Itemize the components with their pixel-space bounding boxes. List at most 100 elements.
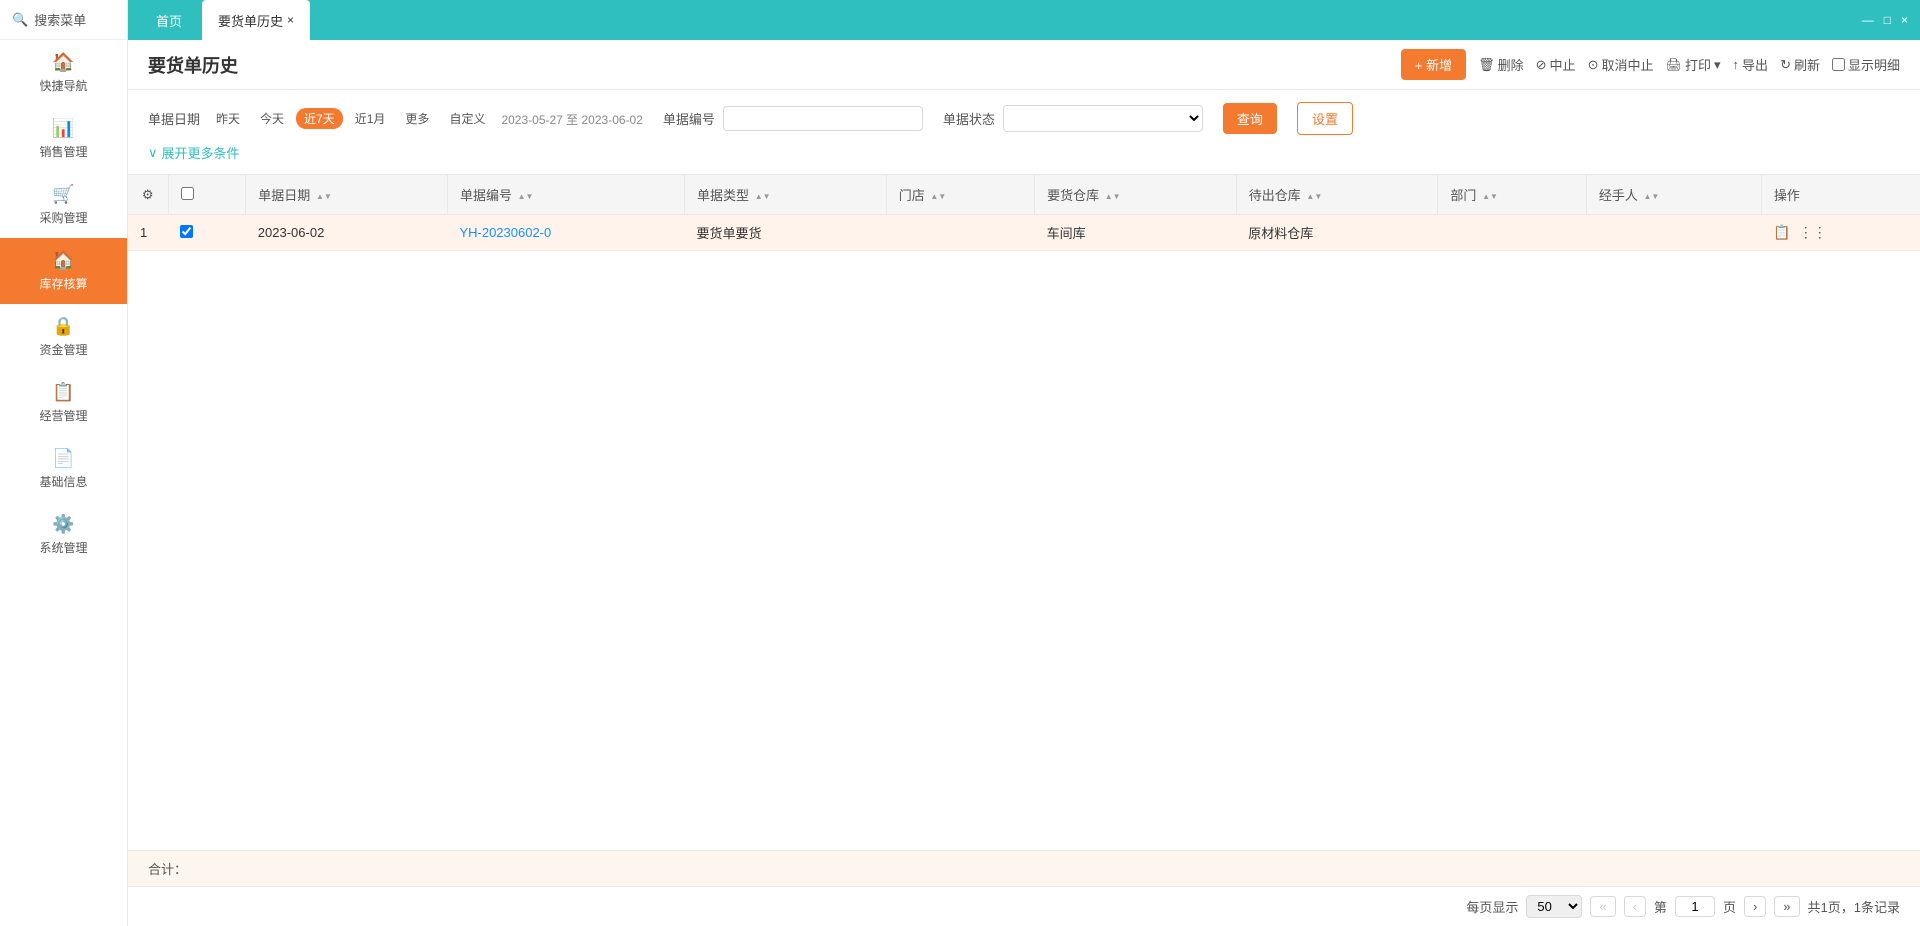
cancel-stop-icon: ⊙ bbox=[1588, 57, 1599, 73]
sidebar-item-purchase[interactable]: 🛒 采购管理 bbox=[0, 172, 127, 238]
tab-home-label: 首页 bbox=[156, 11, 182, 30]
page-input[interactable] bbox=[1675, 896, 1715, 917]
filter-row-1: 单据日期 昨天 今天 近7天 近1月 更多 自定义 2023-05-27 至 2… bbox=[148, 102, 1900, 135]
clipboard-icon: 📋 bbox=[52, 382, 74, 403]
print-chevron-icon: ▾ bbox=[1714, 57, 1721, 73]
tab-home[interactable]: 首页 bbox=[140, 0, 198, 40]
prev-page-button[interactable]: ‹ bbox=[1624, 896, 1646, 917]
date-filter-buttons: 昨天 今天 近7天 近1月 更多 自定义 bbox=[208, 108, 493, 129]
stop-button[interactable]: ⊘ 中止 bbox=[1536, 55, 1576, 74]
cell-index: 1 bbox=[128, 215, 168, 251]
page-title: 要货单历史 bbox=[148, 52, 1401, 78]
row-view-icon[interactable]: 📋 bbox=[1773, 224, 1790, 241]
delete-icon: 🗑 bbox=[1478, 57, 1495, 73]
tab-order-history[interactable]: 要货单历史 × bbox=[202, 0, 310, 40]
expand-filter-button[interactable]: ∨ 展开更多条件 bbox=[148, 143, 1900, 162]
th-no[interactable]: 单据编号 ▲▼ bbox=[447, 175, 684, 215]
display-detail-check[interactable] bbox=[1832, 58, 1845, 71]
sidebar-search[interactable]: 🔍 搜索菜单 bbox=[0, 0, 127, 40]
cell-store bbox=[886, 215, 1034, 251]
th-settings[interactable]: ⚙ bbox=[128, 175, 168, 215]
sidebar-item-label: 库存核算 bbox=[39, 275, 87, 292]
date-btn-1month[interactable]: 近1月 bbox=[347, 108, 394, 129]
cell-no: YH-20230602-0 bbox=[447, 215, 684, 251]
new-button[interactable]: + 新增 bbox=[1401, 49, 1466, 80]
refresh-label: 刷新 bbox=[1794, 55, 1820, 74]
sidebar-item-label: 快捷导航 bbox=[39, 77, 87, 94]
sidebar-item-system[interactable]: ⚙️ 系统管理 bbox=[0, 502, 127, 568]
th-ops: 操作 bbox=[1761, 175, 1920, 215]
th-handler[interactable]: 经手人 ▲▼ bbox=[1586, 175, 1761, 215]
refresh-button[interactable]: ↻ 刷新 bbox=[1780, 55, 1820, 74]
th-store[interactable]: 门店 ▲▼ bbox=[886, 175, 1034, 215]
select-all-checkbox[interactable] bbox=[181, 187, 194, 200]
sidebar-item-label: 资金管理 bbox=[39, 341, 87, 358]
topbar-window-controls: — □ × bbox=[1862, 13, 1908, 27]
status-label: 单据状态 bbox=[943, 109, 995, 128]
main: 首页 要货单历史 × — □ × 要货单历史 + 新增 🗑 删除 ⊘ bbox=[128, 0, 1920, 926]
th-handler-label: 经手人 bbox=[1599, 188, 1638, 203]
date-btn-7days[interactable]: 近7天 bbox=[296, 108, 343, 129]
date-btn-more[interactable]: 更多 bbox=[397, 108, 437, 129]
date-range-display: 2023-05-27 至 2023-06-02 bbox=[501, 111, 642, 128]
status-filter-group: 单据状态 bbox=[943, 105, 1203, 132]
th-pending-warehouse[interactable]: 待出仓库 ▲▼ bbox=[1236, 175, 1438, 215]
cell-req-warehouse: 车间库 bbox=[1035, 215, 1237, 251]
window-minimize-icon[interactable]: — bbox=[1862, 13, 1874, 27]
sidebar-item-basic-info[interactable]: 📄 基础信息 bbox=[0, 436, 127, 502]
th-req-warehouse[interactable]: 要货仓库 ▲▼ bbox=[1035, 175, 1237, 215]
th-dept[interactable]: 部门 ▲▼ bbox=[1438, 175, 1586, 215]
display-detail-label: 显示明细 bbox=[1848, 55, 1900, 74]
cell-handler bbox=[1586, 215, 1761, 251]
th-pending-warehouse-label: 待出仓库 bbox=[1249, 188, 1301, 203]
date-filter-group: 单据日期 昨天 今天 近7天 近1月 更多 自定义 2023-05-27 至 2… bbox=[148, 108, 643, 129]
settings-button[interactable]: 设置 bbox=[1297, 102, 1353, 135]
th-type[interactable]: 单据类型 ▲▼ bbox=[685, 175, 887, 215]
th-date-label: 单据日期 bbox=[258, 188, 310, 203]
table-body: 1 2023-06-02 YH-20230602-0 要货单要货 车间库 原材料… bbox=[128, 215, 1920, 251]
order-no-filter-group: 单据编号 bbox=[663, 106, 923, 131]
window-close-icon[interactable]: × bbox=[1901, 13, 1908, 27]
window-restore-icon[interactable]: □ bbox=[1884, 13, 1891, 27]
table-footer: 合计： bbox=[128, 850, 1920, 886]
th-checkbox bbox=[168, 175, 246, 215]
th-date[interactable]: 单据日期 ▲▼ bbox=[246, 175, 448, 215]
cancel-stop-label: 取消中止 bbox=[1601, 55, 1653, 74]
date-btn-yesterday[interactable]: 昨天 bbox=[208, 108, 248, 129]
cancel-stop-button[interactable]: ⊙ 取消中止 bbox=[1588, 55, 1654, 74]
row-more-icon[interactable]: ⋮⋮ bbox=[1799, 224, 1827, 241]
sidebar-item-sales[interactable]: 📊 销售管理 bbox=[0, 106, 127, 172]
sidebar-item-quick-nav[interactable]: 🏠 快捷导航 bbox=[0, 40, 127, 106]
sidebar-item-inventory[interactable]: 🏠 库存核算 bbox=[0, 238, 127, 304]
cell-dept bbox=[1438, 215, 1586, 251]
orders-table: ⚙ 单据日期 ▲▼ 单据编号 ▲▼ 单据类型 ▲▼ bbox=[128, 175, 1920, 251]
display-detail-checkbox[interactable]: 显示明细 bbox=[1832, 55, 1900, 74]
sort-store-icon: ▲▼ bbox=[930, 193, 946, 201]
last-page-button[interactable]: » bbox=[1774, 896, 1799, 917]
export-button[interactable]: ↑ 导出 bbox=[1733, 55, 1769, 74]
sidebar-item-finance[interactable]: 🔒 资金管理 bbox=[0, 304, 127, 370]
first-page-button[interactable]: « bbox=[1590, 896, 1615, 917]
delete-button[interactable]: 🗑 删除 bbox=[1478, 55, 1524, 74]
per-page-select[interactable]: 50 20 100 bbox=[1526, 895, 1582, 918]
delete-label: 删除 bbox=[1498, 55, 1524, 74]
date-btn-custom[interactable]: 自定义 bbox=[441, 108, 493, 129]
tab-close-icon[interactable]: × bbox=[287, 13, 294, 27]
query-button[interactable]: 查询 bbox=[1223, 103, 1277, 134]
next-page-button[interactable]: › bbox=[1744, 896, 1766, 917]
table-header-row: ⚙ 单据日期 ▲▼ 单据编号 ▲▼ 单据类型 ▲▼ bbox=[128, 175, 1920, 215]
sort-type-icon: ▲▼ bbox=[755, 193, 771, 201]
cell-type: 要货单要货 bbox=[685, 215, 887, 251]
date-btn-today[interactable]: 今天 bbox=[252, 108, 292, 129]
sidebar-item-label: 系统管理 bbox=[39, 539, 87, 556]
status-select[interactable] bbox=[1003, 105, 1203, 132]
order-no-input[interactable] bbox=[723, 106, 923, 131]
row-checkbox[interactable] bbox=[180, 225, 193, 238]
print-button[interactable]: 🖨 打印 ▾ bbox=[1665, 55, 1720, 74]
th-type-label: 单据类型 bbox=[697, 188, 749, 203]
order-no-link[interactable]: YH-20230602-0 bbox=[459, 225, 551, 240]
export-icon: ↑ bbox=[1733, 57, 1740, 72]
sidebar-item-label: 采购管理 bbox=[39, 209, 87, 226]
page-actions: + 新增 🗑 删除 ⊘ 中止 ⊙ 取消中止 🖨 打印 ▾ bbox=[1401, 49, 1900, 80]
sidebar-item-operations[interactable]: 📋 经营管理 bbox=[0, 370, 127, 436]
